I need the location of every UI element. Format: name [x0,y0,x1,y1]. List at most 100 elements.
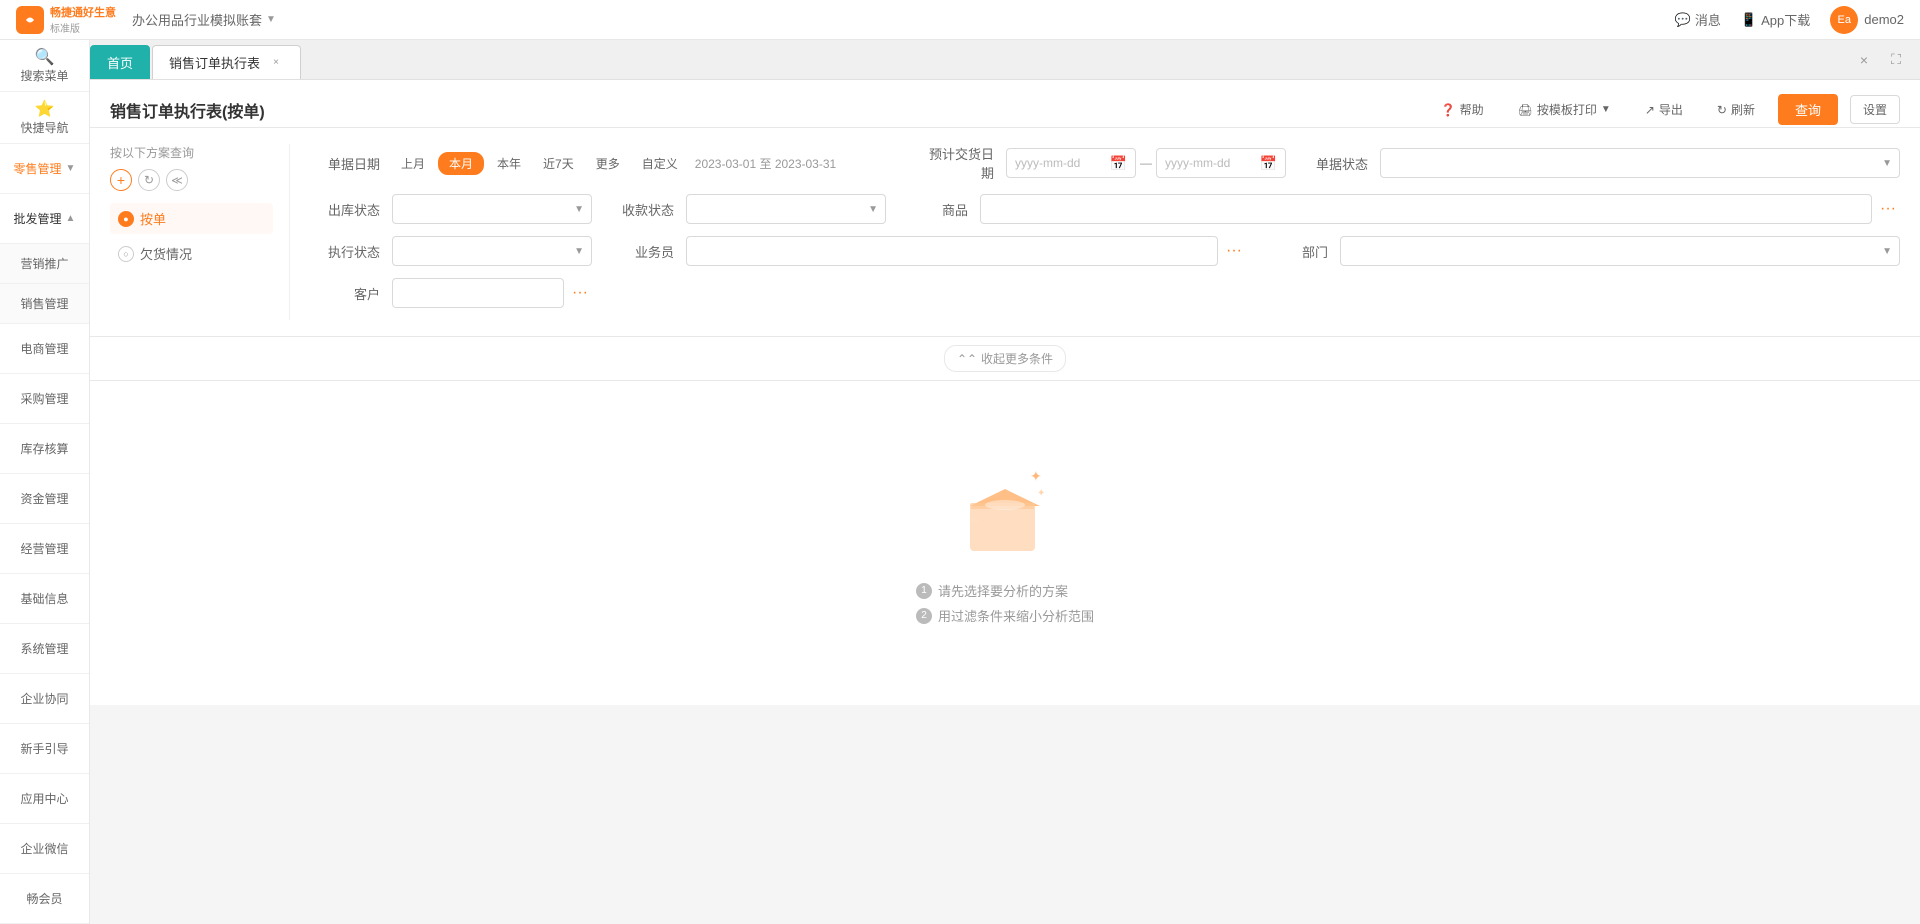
exec-status-select-wrapper: ▼ [392,236,592,266]
scheme-active-dot: ● [118,211,134,227]
empty-svg-illustration: ✦ ✦ [955,461,1055,561]
scheme-item-按单[interactable]: ● 按单 [110,203,273,234]
refresh-scheme-button[interactable]: ↻ [138,169,160,191]
empty-tip-1: 1 请先选择要分析的方案 [916,581,1094,600]
tab-close-icon[interactable]: × [268,55,284,71]
page-content: 销售订单执行表(按单) ❓ 帮助 🖨 按模板打印 ▼ ↗ 导出 [90,80,1920,924]
exec-status-select[interactable] [392,236,592,266]
warehouse-status-select[interactable] [392,194,592,224]
expand-icon[interactable]: ⛶ [1884,48,1908,72]
page-title: 销售订单执行表(按单) [110,98,265,122]
single-status-select-wrapper: ▼ [1380,148,1900,178]
date-btn-更多[interactable]: 更多 [587,152,629,175]
export-icon: ↗ [1645,103,1655,117]
salesperson-group: ··· [686,236,1246,266]
nav-icon: ⭐ [35,99,55,119]
scheme-inactive-dot: ○ [118,246,134,262]
refresh-icon: ↻ [1717,103,1727,117]
calendar-icon-2: 📅 [1260,155,1277,172]
empty-text: 1 请先选择要分析的方案 2 用过滤条件来缩小分析范围 [916,581,1094,625]
delivery-date-group: yyyy-mm-dd 📅 — yyyy-mm-dd 📅 [1006,148,1286,178]
salesperson-more-icon[interactable]: ··· [1222,242,1246,260]
header-left: 畅捷通好生意 标准版 办公用品行业模拟账套 ▼ [16,4,284,35]
search-icon: 🔍 [35,47,55,67]
help-button[interactable]: ❓ 帮助 [1430,96,1495,123]
sidebar-item-enterprise-wechat[interactable]: 企业微信 [0,824,89,874]
sidebar-item-sales-mgmt[interactable]: 销售管理 [0,284,89,324]
empty-tip-2: 2 用过滤条件来缩小分析范围 [916,606,1094,625]
tab-bar: 首页 销售订单执行表 × × ⛶ [90,40,1920,80]
delivery-date-end[interactable]: yyyy-mm-dd 📅 [1156,148,1286,178]
sidebar-item-inventory[interactable]: 库存核算 [0,424,89,474]
warehouse-status-label: 出库状态 [310,200,380,219]
sidebar-item-app-center[interactable]: 应用中心 [0,774,89,824]
sidebar-item-retail[interactable]: 零售管理 ▼ [0,144,89,194]
chevron-up-icon: ⌃⌃ [957,352,977,366]
sidebar-item-system[interactable]: 系统管理 [0,624,89,674]
query-button[interactable]: 查询 [1778,94,1838,125]
logo-icon [16,6,44,34]
goods-group: ··· [980,194,1900,224]
goods-more-icon[interactable]: ··· [1876,200,1900,218]
customer-input[interactable] [392,278,564,308]
message-action[interactable]: 💬 消息 [1675,10,1721,29]
payment-status-select[interactable] [686,194,886,224]
tab-home[interactable]: 首页 [90,45,150,79]
exec-status-label: 执行状态 [310,242,380,261]
user-area[interactable]: Ea demo2 [1830,6,1904,34]
sidebar-item-member[interactable]: 畅会员 [0,874,89,924]
customer-more-icon[interactable]: ··· [568,284,592,302]
content-area: 首页 销售订单执行表 × × ⛶ 销售订单执行表(按单) ❓ 帮助 [90,40,1920,924]
template-print-button[interactable]: 🖨 按模板打印 ▼ [1507,96,1622,123]
avatar: Ea [1830,6,1858,34]
date-quick-btns: 上月 本月 本年 近7天 更多 自定义 [392,152,687,175]
sidebar-item-basic-info[interactable]: 基础信息 [0,574,89,624]
date-btn-上月[interactable]: 上月 [392,152,434,175]
main-layout: 🔍 搜索菜单 ⭐ 快捷导航 零售管理 ▼ 批发管理 ▲ 营销推广 销售管理 电商… [0,40,1920,924]
export-button[interactable]: ↗ 导出 [1634,96,1694,123]
sidebar-item-marketing[interactable]: 营销推广 [0,244,89,284]
sidebar-item-wholesale[interactable]: 批发管理 ▲ [0,194,89,244]
filter-section: 按以下方案查询 + ↻ ≪ ● 按单 ○ 欠货情况 [90,128,1920,337]
delivery-date-label: 预计交货日期 [924,144,994,182]
sidebar-item-finance[interactable]: 资金管理 [0,474,89,524]
collapse-panel-button[interactable]: ≪ [166,169,188,191]
filter-row-2: 出库状态 ▼ 收款状态 ▼ [310,194,1900,224]
payment-status-label: 收款状态 [604,200,674,219]
sidebar-item-purchase[interactable]: 采购管理 [0,374,89,424]
date-btn-本年[interactable]: 本年 [488,152,530,175]
sidebar-item-quick-nav[interactable]: ⭐ 快捷导航 [0,92,89,144]
chevron-down-icon: ▼ [66,163,76,174]
goods-input[interactable] [980,194,1872,224]
sidebar-item-newcomer[interactable]: 新手引导 [0,724,89,774]
question-icon: ❓ [1441,103,1456,117]
refresh-button[interactable]: ↻ 刷新 [1706,96,1766,123]
goods-label: 商品 [898,200,968,219]
add-scheme-button[interactable]: + [110,169,132,191]
customer-group: ··· [392,278,592,308]
empty-state: ✦ ✦ 1 请先选择要分析的方案 2 用过滤条件来缩 [90,381,1920,705]
single-status-select[interactable] [1380,148,1900,178]
app-download-action[interactable]: 📱 App下载 [1741,10,1810,29]
calendar-icon: 📅 [1110,155,1127,172]
scheme-item-欠货情况[interactable]: ○ 欠货情况 [110,238,273,269]
sidebar-item-ecommerce[interactable]: 电商管理 [0,324,89,374]
sidebar-item-operations[interactable]: 经营管理 [0,524,89,574]
date-btn-近7天[interactable]: 近7天 [534,152,583,175]
filter-row-4: 客户 ··· [310,278,1900,308]
close-tab-icon[interactable]: × [1852,48,1876,72]
sidebar-item-enterprise[interactable]: 企业协同 [0,674,89,724]
department-select[interactable] [1340,236,1900,266]
page-selector[interactable]: 办公用品行业模拟账套 ▼ [124,6,284,33]
logo-text: 畅捷通好生意 标准版 [50,4,116,35]
date-btn-自定义[interactable]: 自定义 [633,152,687,175]
tab-sales-order[interactable]: 销售订单执行表 × [152,45,301,79]
delivery-date-start[interactable]: yyyy-mm-dd 📅 [1006,148,1136,178]
settings-button[interactable]: 设置 [1850,95,1900,124]
salesperson-input[interactable] [686,236,1218,266]
date-btn-本月[interactable]: 本月 [438,152,484,175]
filter-left-panel: 按以下方案查询 + ↻ ≪ ● 按单 ○ 欠货情况 [110,144,290,320]
collapse-conditions-button[interactable]: ⌃⌃ 收起更多条件 [944,345,1066,372]
sidebar-item-search[interactable]: 🔍 搜索菜单 [0,40,89,92]
filter-layout: 按以下方案查询 + ↻ ≪ ● 按单 ○ 欠货情况 [110,144,1900,320]
